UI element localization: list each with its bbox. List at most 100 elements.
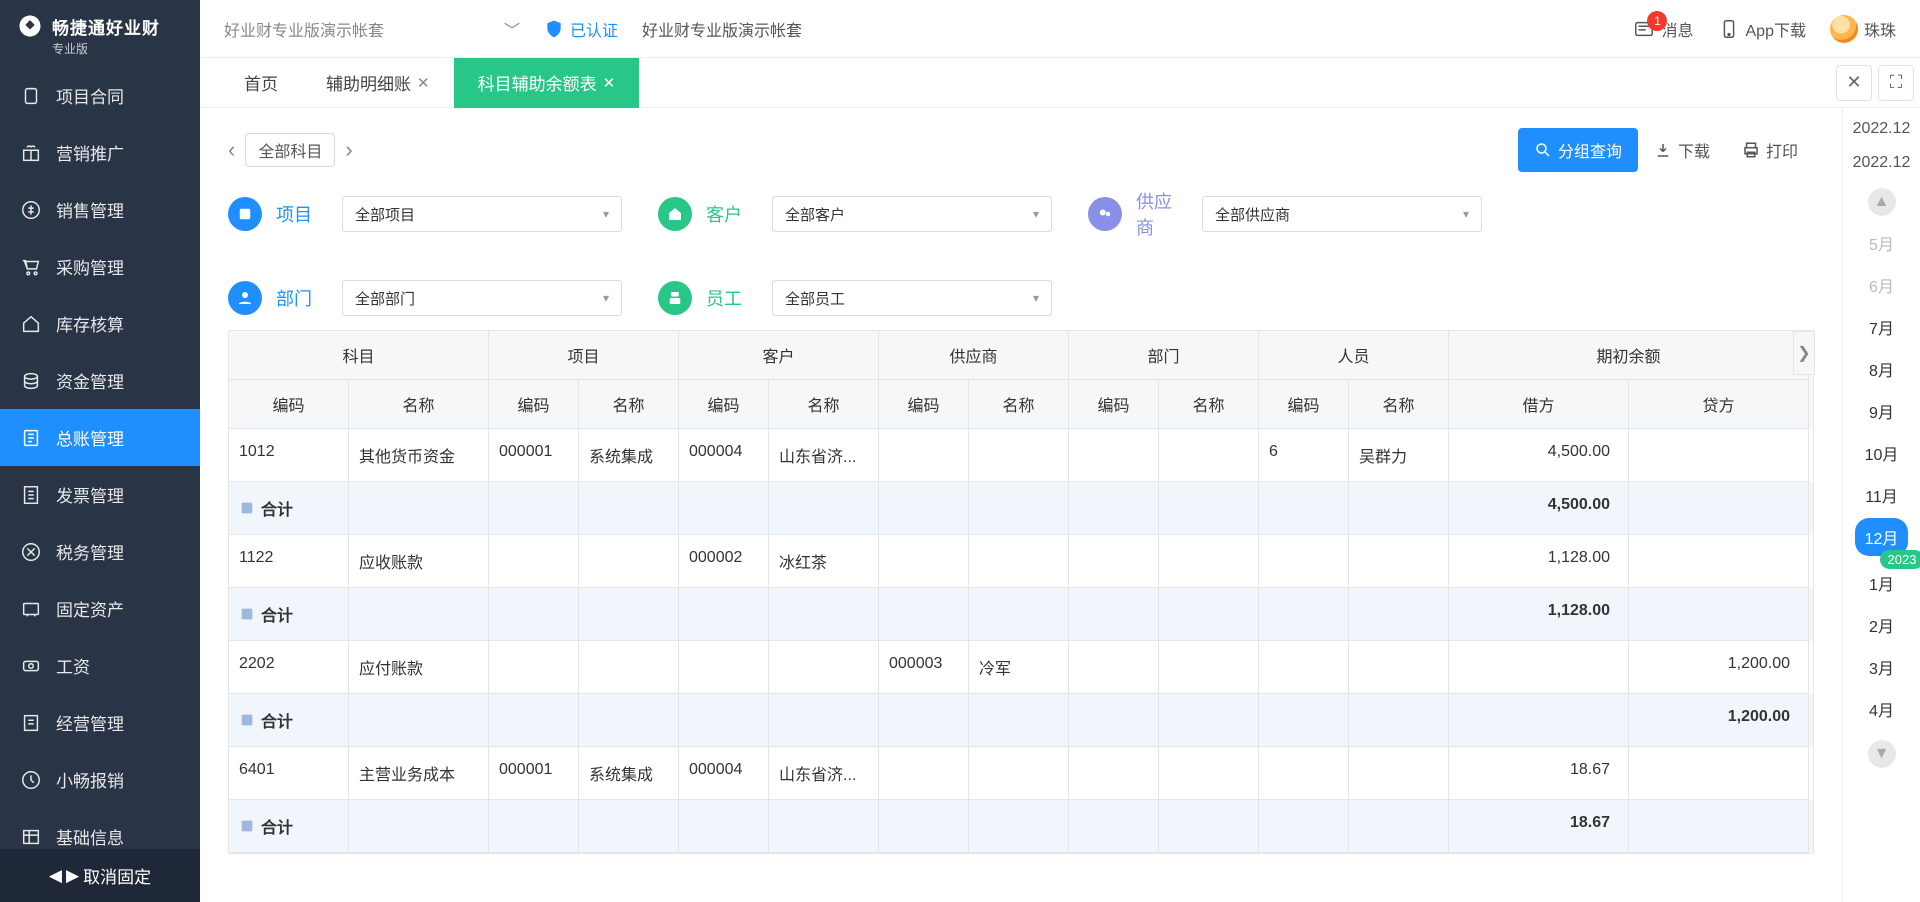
period-month[interactable]: 11月: [1843, 476, 1920, 514]
col-sub-header: 编码: [679, 380, 769, 429]
filter-customer-label: 客户: [706, 201, 758, 227]
cell: 18.67: [1449, 747, 1629, 800]
period-month[interactable]: 1月: [1843, 564, 1920, 602]
filter-customer-select[interactable]: 全部客户▾: [772, 196, 1052, 232]
download-label: 下载: [1678, 138, 1710, 162]
account-name: 好业财专业版演示帐套: [642, 17, 802, 41]
sidebar-item-coins[interactable]: 资金管理: [0, 352, 200, 409]
tab[interactable]: 首页: [220, 58, 302, 108]
pin-toggle[interactable]: ◀ ▶ 取消固定: [0, 849, 200, 902]
cell: [1629, 747, 1809, 800]
filter-dept-select[interactable]: 全部部门▾: [342, 280, 622, 316]
verified-badge: 已认证: [544, 17, 618, 41]
total-credit: [1629, 800, 1809, 853]
period-year-badge: 2023: [1880, 550, 1920, 569]
user-menu[interactable]: 珠珠: [1830, 15, 1896, 43]
tab[interactable]: 科目辅助余额表 ✕: [454, 58, 640, 108]
coins-icon: [20, 370, 42, 392]
cell: 主营业务成本: [349, 747, 489, 800]
fullscreen-toggle[interactable]: ⛶: [1878, 65, 1914, 101]
sidebar-item-money[interactable]: 销售管理: [0, 181, 200, 238]
subject-selector[interactable]: 全部科目: [245, 133, 335, 167]
period-to[interactable]: 2022.12: [1843, 146, 1920, 180]
sidebar-item-salary[interactable]: 工资: [0, 637, 200, 694]
prev-subject-button[interactable]: ‹: [228, 137, 235, 163]
period-month[interactable]: 8月: [1843, 350, 1920, 388]
col-sub-header: 借方: [1449, 380, 1629, 429]
emp-icon: [658, 281, 692, 315]
filter-row: 项目 全部项目▾ 客户 全部客户▾ 供应商 全部供应商▾ 部门 全部部门▾ 员工…: [228, 188, 1814, 316]
period-month[interactable]: 4月: [1843, 690, 1920, 728]
account-selector[interactable]: 好业财专业版演示帐套 ﹀: [224, 17, 520, 41]
period-from[interactable]: 2022.12: [1843, 112, 1920, 146]
period-month[interactable]: 2月: [1843, 606, 1920, 644]
sidebar-item-biz[interactable]: 经营管理: [0, 694, 200, 751]
cell: [1349, 641, 1449, 694]
table-scroll-right[interactable]: ❯: [1793, 331, 1815, 375]
cell: [1159, 641, 1259, 694]
col-sub-header: 名称: [1349, 380, 1449, 429]
filter-supplier-select[interactable]: 全部供应商▾: [1202, 196, 1482, 232]
sidebar-item-ledger[interactable]: 总账管理: [0, 409, 200, 466]
messages-badge: 1: [1647, 11, 1667, 31]
tab-close-current[interactable]: ✕: [1836, 65, 1872, 101]
total-debit: 1,128.00: [1449, 588, 1629, 641]
period-month-list: 5月6月7月8月9月10月11月12月20231月2月3月4月: [1843, 224, 1920, 728]
total-credit: [1629, 588, 1809, 641]
nav-list: 项目合同营销推广销售管理采购管理库存核算资金管理总账管理发票管理税务管理固定资产…: [0, 67, 200, 849]
customer-icon: [658, 197, 692, 231]
period-month[interactable]: 7月: [1843, 308, 1920, 346]
period-panel: 2022.12 2022.12 ▲ 5月6月7月8月9月10月11月12月202…: [1842, 108, 1920, 902]
tab-label: 首页: [244, 70, 278, 95]
download-button[interactable]: 下载: [1638, 128, 1726, 172]
sidebar-item-invoice[interactable]: 发票管理: [0, 466, 200, 523]
brand-name: 畅捷通好业财: [52, 14, 160, 39]
supplier-icon: [1088, 197, 1122, 231]
cell: 其他货币资金: [349, 429, 489, 482]
sidebar-item-asset[interactable]: 固定资产: [0, 580, 200, 637]
tab-strip: 首页 辅助明细账 ✕ 科目辅助余额表 ✕ ✕ ⛶: [200, 58, 1920, 108]
sidebar-item-home[interactable]: 库存核算: [0, 295, 200, 352]
print-label: 打印: [1766, 138, 1798, 162]
phone-icon: [1718, 18, 1740, 40]
sidebar-item-tax[interactable]: 税务管理: [0, 523, 200, 580]
balance-table: ❯ 科目项目客户供应商部门人员期初余额编码名称编码名称编码名称编码名称编码名称编…: [228, 330, 1814, 854]
print-button[interactable]: 打印: [1726, 128, 1814, 172]
period-up-button[interactable]: ▲: [1868, 188, 1896, 216]
app-download-button[interactable]: App下载: [1718, 17, 1806, 41]
tab[interactable]: 辅助明细账 ✕: [302, 58, 454, 108]
period-month[interactable]: 9月: [1843, 392, 1920, 430]
cell: 000004: [679, 429, 769, 482]
verified-label: 已认证: [570, 17, 618, 41]
sum-icon: [239, 500, 255, 516]
cell: [1629, 429, 1809, 482]
sidebar-item-data[interactable]: 基础信息: [0, 808, 200, 849]
messages-button[interactable]: 1 消息: [1633, 17, 1693, 41]
cell: 1,128.00: [1449, 535, 1629, 588]
cell: 000002: [679, 535, 769, 588]
sidebar-item-cart[interactable]: 采购管理: [0, 238, 200, 295]
period-month[interactable]: 3月: [1843, 648, 1920, 686]
close-icon[interactable]: ✕: [603, 74, 616, 92]
period-down-button[interactable]: ▼: [1868, 740, 1896, 768]
filter-project-select[interactable]: 全部项目▾: [342, 196, 622, 232]
cell: [969, 747, 1069, 800]
cell: [1159, 747, 1259, 800]
sidebar-item-gift[interactable]: 营销推广: [0, 124, 200, 181]
ledger-icon: [20, 427, 42, 449]
next-subject-button[interactable]: ›: [345, 137, 352, 163]
sidebar-item-reimburse[interactable]: 小畅报销: [0, 751, 200, 808]
tab-label: 科目辅助余额表: [478, 70, 597, 95]
sidebar-item-clipboard[interactable]: 项目合同: [0, 67, 200, 124]
period-month[interactable]: 10月: [1843, 434, 1920, 472]
biz-icon: [20, 712, 42, 734]
close-icon[interactable]: ✕: [417, 74, 430, 92]
cell: 000001: [489, 429, 579, 482]
group-query-button[interactable]: 分组查询: [1518, 128, 1638, 172]
breadcrumb-nav: ‹ 全部科目 ›: [228, 133, 353, 167]
cell: [1159, 535, 1259, 588]
col-sub-header: 名称: [579, 380, 679, 429]
tab-label: 辅助明细账: [326, 70, 411, 95]
filter-emp-select[interactable]: 全部员工▾: [772, 280, 1052, 316]
cell: [1069, 747, 1159, 800]
